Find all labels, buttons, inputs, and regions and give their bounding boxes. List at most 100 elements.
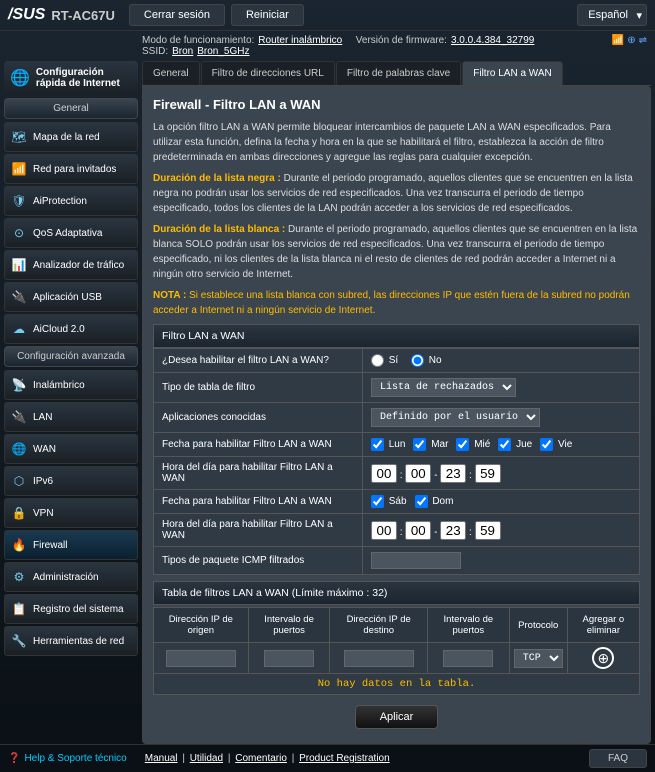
mode-label: Modo de funcionamiento: [142, 35, 254, 46]
day-Vie[interactable]: Vie [540, 439, 572, 450]
time-h2[interactable] [440, 464, 466, 483]
sidebar: 🌐 Configuración rápida de Internet Gener… [4, 61, 138, 744]
sidebar-item-aplicación usb[interactable]: 🔌Aplicación USB [4, 282, 138, 312]
footer-link[interactable]: Manual [145, 753, 178, 764]
sidebar-item-mapa de la red[interactable]: 🗺Mapa de la red [4, 122, 138, 152]
globe-icon: 🌐 [10, 68, 30, 88]
dst-ip-input[interactable] [344, 650, 414, 667]
language-select[interactable]: Español [577, 4, 647, 26]
nav-icon: ⚙ [11, 569, 27, 585]
desc-intro: La opción filtro LAN a WAN permite bloqu… [153, 120, 640, 165]
sidebar-item-herramientas de red[interactable]: 🔧Herramientas de red [4, 626, 138, 656]
usb-icon[interactable]: ⇌ [639, 35, 647, 46]
icmp-label: Tipos de paquete ICMP filtrados [154, 547, 363, 575]
sidebar-item-wan[interactable]: 🌐WAN [4, 434, 138, 464]
sidebar-item-analizador de tráfico[interactable]: 📊Analizador de tráfico [4, 250, 138, 280]
tab-3[interactable]: Filtro LAN a WAN [462, 61, 563, 85]
page-title: Firewall - Filtro LAN a WAN [153, 97, 640, 112]
aimesh-icon[interactable]: ⊕ [627, 35, 635, 46]
sidebar-item-vpn[interactable]: 🔒VPN [4, 498, 138, 528]
sidebar-item-qos adaptativa[interactable]: ⊙QoS Adaptativa [4, 218, 138, 248]
enable-label: ¿Desea habilitar el filtro LAN a WAN? [154, 349, 363, 373]
time-m1[interactable] [405, 521, 431, 540]
date2-cell: Sáb Dom [362, 490, 639, 514]
enable-cell: Sí No [362, 349, 639, 373]
day-Jue[interactable]: Jue [498, 439, 532, 450]
sidebar-item-inalámbrico[interactable]: 📡Inalámbrico [4, 370, 138, 400]
form-table: ¿Desea habilitar el filtro LAN a WAN? Sí… [153, 348, 640, 575]
time-h2[interactable] [440, 521, 466, 540]
no-data: No hay datos en la tabla. [154, 674, 640, 695]
time-m1[interactable] [405, 464, 431, 483]
nav-icon: 🔌 [11, 289, 27, 305]
ssid2-link[interactable]: Bron_5GHz [197, 46, 249, 57]
model: RT-AC67U [51, 8, 115, 23]
nav-icon: 🔥 [11, 537, 27, 553]
footer-link[interactable]: Utilidad [190, 753, 223, 764]
sidebar-item-registro del sistema[interactable]: 📋Registro del sistema [4, 594, 138, 624]
nav-icon: 📋 [11, 601, 27, 617]
sidebar-item-firewall[interactable]: 🔥Firewall [4, 530, 138, 560]
footer-link[interactable]: Comentario [235, 753, 287, 764]
header: /SUS RT-AC67U Cerrar sesión Reiniciar Es… [0, 0, 655, 31]
faq-button[interactable]: FAQ [589, 749, 647, 768]
tab-0[interactable]: General [142, 61, 200, 85]
src-ip-input[interactable] [166, 650, 236, 667]
time-h1[interactable] [371, 464, 397, 483]
day-Mar[interactable]: Mar [413, 439, 448, 450]
sidebar-item-red para invitados[interactable]: 📶Red para invitados [4, 154, 138, 184]
sidebar-item-administración[interactable]: ⚙Administración [4, 562, 138, 592]
date2-label: Fecha para habilitar Filtro LAN a WAN [154, 490, 363, 514]
sidebar-item-aicloud 2.0[interactable]: ☁AiCloud 2.0 [4, 314, 138, 344]
col-header: Agregar o eliminar [567, 608, 639, 643]
day-Lun[interactable]: Lun [371, 439, 405, 450]
enable-no[interactable]: No [411, 355, 442, 366]
fw-label: Versión de firmware: [356, 35, 447, 46]
sidebar-quick-setup[interactable]: 🌐 Configuración rápida de Internet [4, 61, 138, 95]
add-button[interactable]: ⊕ [592, 647, 614, 669]
logout-button[interactable]: Cerrar sesión [129, 4, 225, 26]
nav-icon: ☁ [11, 321, 27, 337]
nav-icon: 🔒 [11, 505, 27, 521]
wifi-icon[interactable]: 📶 [612, 35, 624, 46]
icmp-input[interactable] [371, 552, 461, 569]
time2-cell: : - : [362, 514, 639, 547]
date1-label: Fecha para habilitar Filtro LAN a WAN [154, 433, 363, 457]
enable-yes[interactable]: Sí [371, 355, 398, 366]
time-h1[interactable] [371, 521, 397, 540]
nav-icon: 🔧 [11, 633, 27, 649]
reboot-button[interactable]: Reiniciar [231, 4, 304, 26]
known-apps-select[interactable]: Definido por el usuario [371, 408, 540, 427]
day-Mié[interactable]: Mié [456, 439, 490, 450]
footer-link[interactable]: Product Registration [299, 753, 390, 764]
sidebar-advanced-header: Configuración avanzada [4, 346, 138, 367]
time-m2[interactable] [475, 521, 501, 540]
nav-icon: 🌐 [11, 441, 27, 457]
mode-link[interactable]: Router inalámbrico [258, 35, 342, 46]
time1-label: Hora del día para habilitar Filtro LAN a… [154, 457, 363, 490]
sidebar-item-aiprotection[interactable]: 🛡AiProtection [4, 186, 138, 216]
col-header: Protocolo [509, 608, 567, 643]
day-Dom[interactable]: Dom [415, 496, 454, 507]
help-icon[interactable]: ❓ [8, 753, 20, 764]
protocol-select[interactable]: TCP [514, 649, 563, 668]
nav-icon: 📊 [11, 257, 27, 273]
dst-port-input[interactable] [443, 650, 493, 667]
fw-link[interactable]: 3.0.0.4.384_32799 [451, 35, 534, 46]
footer-links: Manual | Utilidad | Comentario | Product… [143, 753, 392, 764]
nav-icon: ⊙ [11, 225, 27, 241]
sidebar-item-ipv6[interactable]: ⬡IPv6 [4, 466, 138, 496]
day-Sáb[interactable]: Sáb [371, 496, 407, 507]
desc-blacklist: Duración de la lista negra : Durante el … [153, 171, 640, 216]
tab-1[interactable]: Filtro de direcciones URL [201, 61, 335, 85]
src-port-input[interactable] [264, 650, 314, 667]
panel: Firewall - Filtro LAN a WAN La opción fi… [142, 86, 651, 744]
time-m2[interactable] [475, 464, 501, 483]
col-header: Dirección IP de origen [154, 608, 249, 643]
sidebar-item-lan[interactable]: 🔌LAN [4, 402, 138, 432]
nav-icon: 🔌 [11, 409, 27, 425]
desc-whitelist: Duración de la lista blanca : Durante el… [153, 222, 640, 282]
table-type-select[interactable]: Lista de rechazados [371, 378, 516, 397]
ssid1-link[interactable]: Bron [172, 46, 193, 57]
tab-2[interactable]: Filtro de palabras clave [336, 61, 461, 85]
